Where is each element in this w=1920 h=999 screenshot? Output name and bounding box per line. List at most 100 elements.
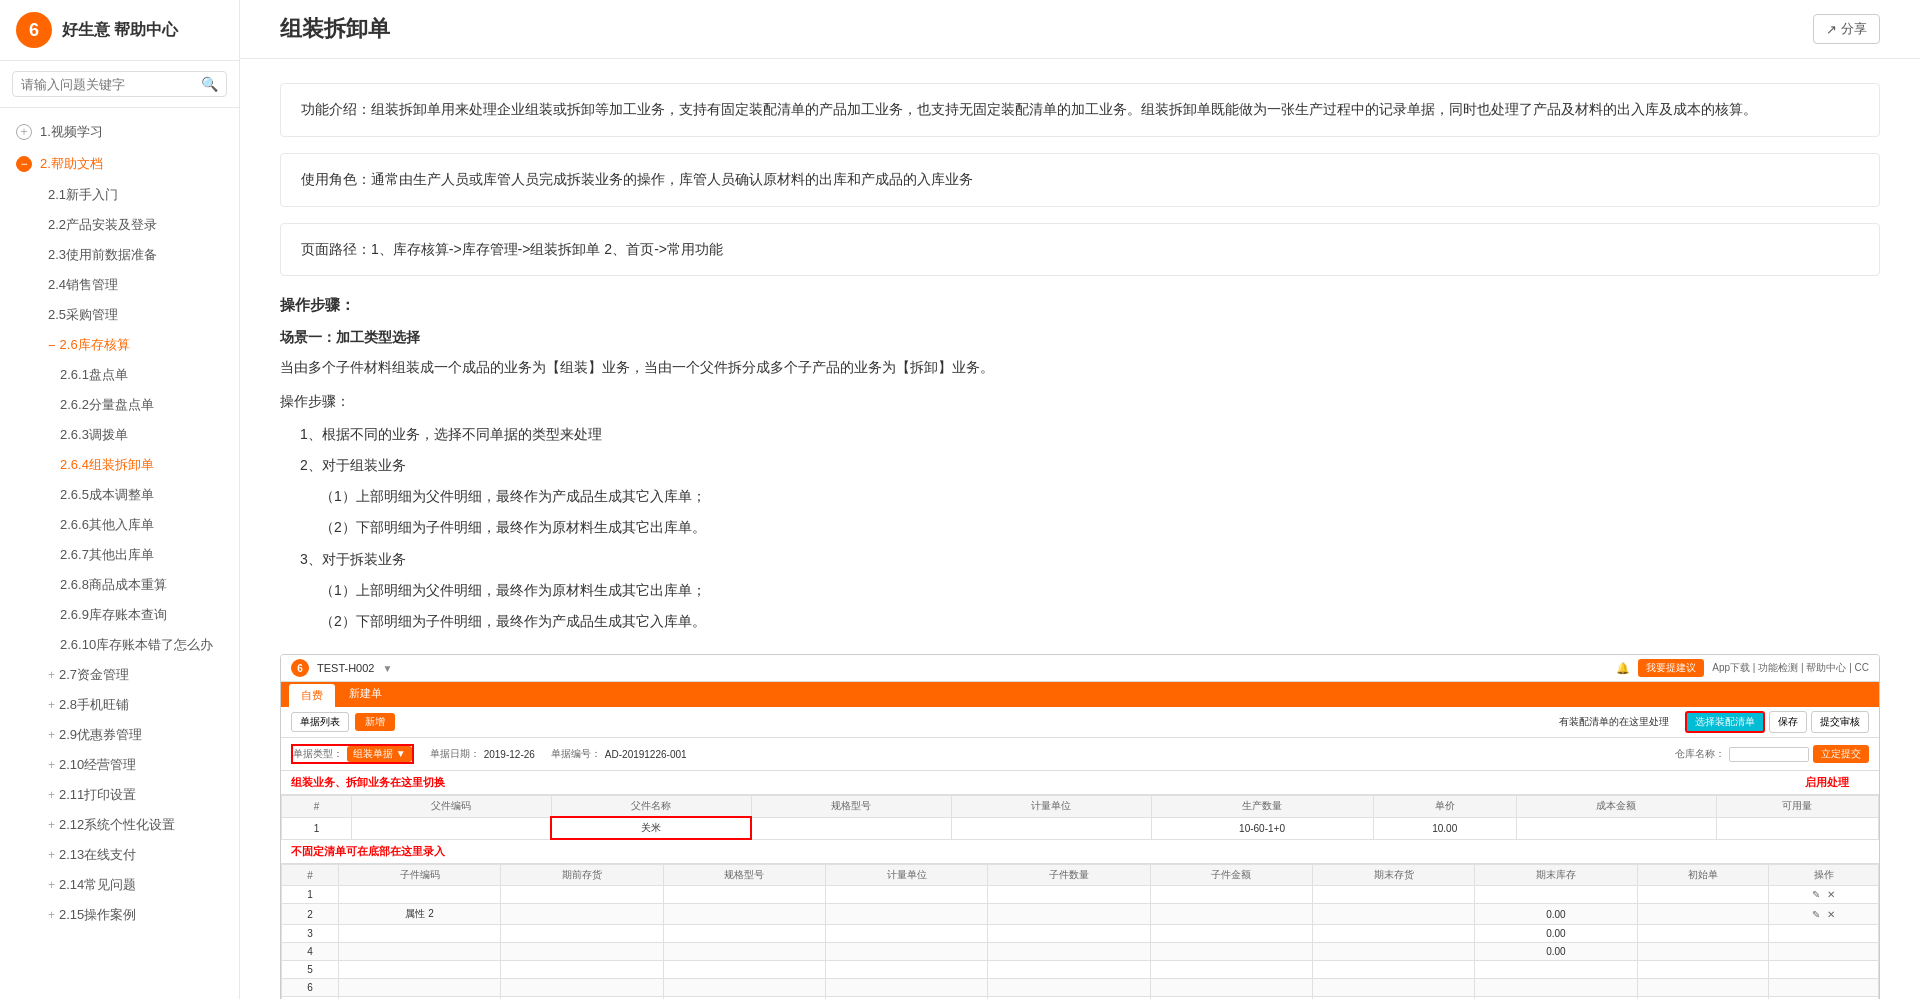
app-name: 好生意 帮助中心	[62, 20, 178, 41]
app-lower-table-wrap: # 子件编码 期前存货 规格型号 计量单位 子件数量 子件金额 期末存货 期末库…	[281, 864, 1879, 999]
app-toolbar: 单据列表 新增 有装配清单的在这里处理 选择装配清单 保存 提交审核	[281, 707, 1879, 738]
sidebar-sub-2-6: 2.6.1盘点单 2.6.2分量盘点单 2.6.3调拨单 2.6.4组装拆卸单 …	[40, 360, 239, 660]
app-date-field: 单据日期： 2019-12-26	[430, 747, 535, 761]
cell-qty: 10-60-1+0	[1151, 817, 1373, 839]
cell-avail	[1716, 817, 1878, 839]
col-lh-qty: 子件数量	[988, 865, 1150, 886]
scene1-desc: 当由多个子件材料组装成一个成品的业务为【组装】业务，当由一个父件拆分成多个子产品…	[280, 355, 1880, 380]
sidebar-item-2-9[interactable]: + 2.9优惠券管理	[40, 720, 239, 750]
app-save-btn[interactable]: 保存	[1769, 711, 1807, 733]
app-num-field: 单据编号： AD-20191226-001	[551, 747, 687, 761]
table-row: 1 关米 10-60-1+0 10.00	[282, 817, 1879, 839]
sidebar-item-2-6-2[interactable]: 2.6.2分量盘点单	[52, 390, 239, 420]
sidebar-item-2[interactable]: − 2.帮助文档	[0, 148, 239, 180]
app-type-field: 单据类型： 组装单据 ▼	[291, 744, 414, 764]
annotation-5: 不固定清单可在底部在这里录入	[281, 840, 1879, 864]
steps-label: 操作步骤：	[280, 389, 1880, 414]
app-wh-input[interactable]	[1729, 747, 1809, 762]
sidebar-item-2-6-8[interactable]: 2.6.8商品成本重算	[52, 570, 239, 600]
sidebar-sub-2: 2.1新手入门 2.2产品安装及登录 2.3使用前数据准备 2.4销售管理 2.…	[0, 180, 239, 930]
app-form-row: 单据类型： 组装单据 ▼ 单据日期： 2019-12-26 单据编号： AD-2…	[281, 738, 1879, 771]
app-tab-active[interactable]: 自费	[289, 684, 335, 707]
share-icon: ↗	[1826, 22, 1837, 37]
sidebar-item-2-6-9[interactable]: 2.6.9库存账本查询	[52, 600, 239, 630]
sidebar-item-2-6-1[interactable]: 2.6.1盘点单	[52, 360, 239, 390]
sidebar-item-2-1[interactable]: 2.1新手入门	[40, 180, 239, 210]
col-lh-unit: 计量单位	[825, 865, 987, 886]
app-type-value[interactable]: 组装单据 ▼	[347, 746, 412, 762]
row-del-icon[interactable]: ✕	[1827, 889, 1835, 900]
app-logo-sm: 6	[291, 659, 309, 677]
step-1: 1、根据不同的业务，选择不同单据的类型来处理	[280, 422, 1880, 447]
col-lh-prev: 期前存货	[501, 865, 663, 886]
search-box: 🔍	[0, 61, 239, 108]
app-wh-field: 仓库名称： 立定提交	[1675, 745, 1869, 763]
sidebar-item-2-7[interactable]: + 2.7资金管理	[40, 660, 239, 690]
lower-row-5: 5	[282, 961, 1879, 979]
intro-text-2: 使用角色：通常由生产人员或库管人员完成拆装业务的操作，库管人员确认原材料的出库和…	[301, 168, 1859, 192]
row2-del-icon[interactable]: ✕	[1827, 909, 1835, 920]
sidebar-item-2-13[interactable]: + 2.13在线支付	[40, 840, 239, 870]
col-h-name: 父件名称	[551, 796, 751, 818]
app-back-btn[interactable]: 单据列表	[291, 712, 349, 732]
sidebar-item-1[interactable]: + 1.视频学习	[0, 116, 239, 148]
share-button[interactable]: ↗ 分享	[1813, 14, 1880, 44]
page-title: 组装拆卸单	[280, 14, 390, 44]
app-suggest-btn[interactable]: 我要提建议	[1638, 659, 1704, 677]
sidebar-item-2-5[interactable]: 2.5采购管理	[40, 300, 239, 330]
col-h-qty: 生产数量	[1151, 796, 1373, 818]
sidebar-item-2-6[interactable]: − 2.6库存核算	[40, 330, 239, 360]
col-lh-num: #	[282, 865, 339, 886]
app-num-value: AD-20191226-001	[605, 749, 687, 760]
app-date-label: 单据日期：	[430, 747, 480, 761]
sidebar-item-2-3[interactable]: 2.3使用前数据准备	[40, 240, 239, 270]
sidebar-item-2-6-3[interactable]: 2.6.3调拨单	[52, 420, 239, 450]
sidebar-item-2-8[interactable]: + 2.8手机旺铺	[40, 690, 239, 720]
app-select-list-btn[interactable]: 选择装配清单	[1685, 711, 1765, 733]
breadcrumb-text: 页面路径：1、库存核算->库存管理->组装拆卸单 2、首页->常用功能	[301, 238, 1859, 262]
search-icon[interactable]: 🔍	[201, 76, 218, 92]
sidebar-label-2: 2.帮助文档	[40, 155, 103, 173]
app-lower-table: # 子件编码 期前存货 规格型号 计量单位 子件数量 子件金额 期末存货 期末库…	[281, 864, 1879, 999]
cell-name: 关米	[551, 817, 751, 839]
app-company: TEST-H002	[317, 662, 374, 674]
row2-edit-icon[interactable]: ✎	[1812, 909, 1820, 920]
sidebar-item-2-10[interactable]: + 2.10经营管理	[40, 750, 239, 780]
sidebar-item-2-6-10[interactable]: 2.6.10库存账本错了怎么办	[52, 630, 239, 660]
lower-row-6: 6	[282, 979, 1879, 997]
step-2-2: （2）下部明细为子件明细，最终作为原材料生成其它出库单。	[280, 515, 1880, 540]
app-tab-new[interactable]: 新建单	[337, 682, 394, 707]
app-submit-btn[interactable]: 提交审核	[1811, 711, 1869, 733]
app-logo: 6	[16, 12, 52, 48]
sidebar-item-2-6-7[interactable]: 2.6.7其他出库单	[52, 540, 239, 570]
sidebar-item-2-2[interactable]: 2.2产品安装及登录	[40, 210, 239, 240]
col-lh-spec: 规格型号	[663, 865, 825, 886]
app-new-btn[interactable]: 新增	[355, 713, 395, 731]
app-right-btns: 选择装配清单 保存 提交审核	[1685, 711, 1869, 733]
sidebar-item-2-12[interactable]: + 2.12系统个性化设置	[40, 810, 239, 840]
intro-text-1: 功能介绍：组装拆卸单用来处理企业组装或拆卸等加工业务，支持有固定装配清单的产品加…	[301, 98, 1859, 122]
cell-spec	[751, 817, 951, 839]
app-topbar: 6 TEST-H002 ▼ 🔔 我要提建议 App下载 | 功能检测 | 帮助中…	[281, 655, 1879, 682]
col-h-unit: 计量单位	[951, 796, 1151, 818]
app-confirm-btn[interactable]: 立定提交	[1813, 745, 1869, 763]
row-edit-icon[interactable]: ✎	[1812, 889, 1820, 900]
cell-unit	[951, 817, 1151, 839]
app-wh-label: 仓库名称：	[1675, 747, 1725, 761]
annotation-3: 组装业务、拆卸业务在这里切换	[291, 775, 445, 790]
sidebar-item-2-6-6[interactable]: 2.6.6其他入库单	[52, 510, 239, 540]
sidebar-item-2-14[interactable]: + 2.14常见问题	[40, 870, 239, 900]
app-annotation-1-text: 有装配清单的在这里处理	[1559, 715, 1669, 729]
app-tabs-row: 组装业务、拆卸业务在这里切换 启用处理	[281, 771, 1879, 795]
step-2: 2、对于组装业务	[280, 453, 1880, 478]
col-h-price: 单价	[1373, 796, 1516, 818]
sidebar-item-2-6-5[interactable]: 2.6.5成本调整单	[52, 480, 239, 510]
col-lh-code: 子件编码	[338, 865, 500, 886]
sidebar-item-2-4[interactable]: 2.4销售管理	[40, 270, 239, 300]
step-3-2: （2）下部明细为子件明细，最终作为产成品生成其它入库单。	[280, 609, 1880, 634]
sidebar-item-2-6-4[interactable]: 2.6.4组装拆卸单	[52, 450, 239, 480]
search-input[interactable]	[21, 77, 201, 92]
cell-price: 10.00	[1373, 817, 1516, 839]
sidebar-item-2-15[interactable]: + 2.15操作案例	[40, 900, 239, 930]
sidebar-item-2-11[interactable]: + 2.11打印设置	[40, 780, 239, 810]
